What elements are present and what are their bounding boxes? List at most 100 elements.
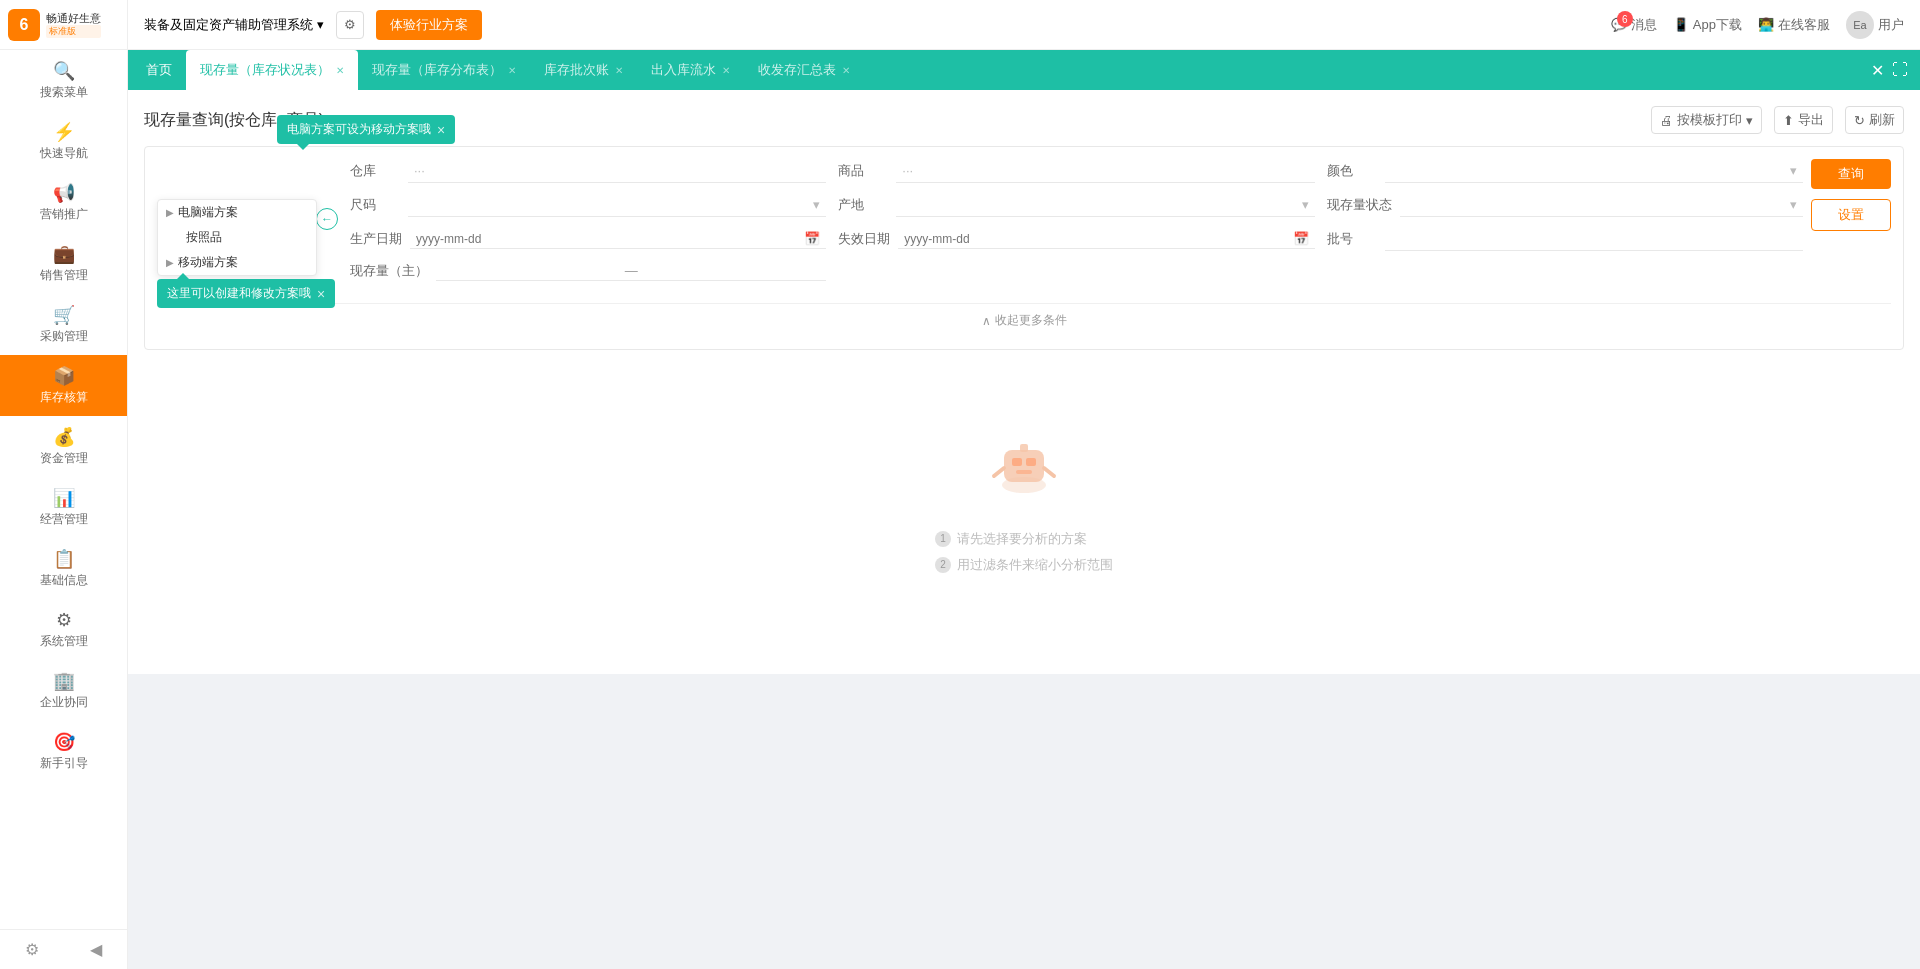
scheme-desktop-group[interactable]: ▶ 电脑端方案 (158, 200, 316, 225)
prod-date-field[interactable] (416, 232, 804, 246)
tab-close-all-icon[interactable]: ✕ (1871, 61, 1884, 80)
stock-main-dash: — (625, 263, 638, 278)
prod-date-input[interactable]: 📅 (410, 229, 826, 249)
refresh-button[interactable]: ↻ 刷新 (1845, 106, 1904, 134)
export-button[interactable]: ⬆ 导出 (1774, 106, 1833, 134)
user-action[interactable]: Ea 用户 (1846, 11, 1904, 39)
tab-batch-account-close[interactable]: ✕ (615, 65, 623, 76)
tab-inventory-dist[interactable]: 现存量（库存分布表） ✕ (358, 50, 530, 90)
color-select[interactable]: ▾ (1385, 159, 1803, 183)
filter-field-prod-date: 生产日期 📅 (350, 227, 826, 251)
filter-field-size: 尺码 ▾ (350, 193, 826, 217)
filter-fields-main: 仓库 ··· 商品 ··· (350, 159, 1803, 291)
user-label: 用户 (1878, 16, 1904, 34)
filter-row-1: 仓库 ··· 商品 ··· (350, 159, 1803, 183)
sidebar-collapse-icon[interactable]: ◀ (90, 940, 102, 959)
tooltip1-text: 电脑方案可设为移动方案哦 (287, 121, 431, 138)
collapse-bar[interactable]: ∧ 收起更多条件 (157, 303, 1891, 337)
tooltip1-close[interactable]: × (437, 122, 445, 138)
tooltip2-close[interactable]: × (317, 286, 325, 302)
app-download-action[interactable]: 📱 App下载 (1673, 16, 1742, 34)
export-label: 导出 (1798, 111, 1824, 129)
tab-receive-summary-close[interactable]: ✕ (842, 65, 850, 76)
expire-date-input[interactable]: 📅 (898, 229, 1314, 249)
stock-main-max[interactable] (642, 264, 821, 278)
tab-batch-account[interactable]: 库存批次账 ✕ (530, 50, 637, 90)
inventory-icon: 📦 (53, 365, 75, 387)
tab-fullscreen-icon[interactable]: ⛶ (1892, 61, 1908, 79)
sidebar-item-enterprise[interactable]: 🏢 企业协同 (0, 660, 127, 721)
tab-inventory-status[interactable]: 现存量（库存状况表） ✕ (186, 50, 358, 90)
tab-inventory-status-close[interactable]: ✕ (336, 65, 344, 76)
notification-label: 消息 (1631, 16, 1657, 34)
filter-field-warehouse: 仓库 ··· (350, 159, 826, 183)
base-info-icon: 📋 (53, 548, 75, 570)
system-name-dropdown[interactable]: 装备及固定资产辅助管理系统 ▾ (144, 16, 324, 34)
filter-field-origin: 产地 ▾ (838, 193, 1314, 217)
scheme-mobile-group[interactable]: ▶ 移动端方案 (158, 250, 316, 275)
sidebar-item-inventory[interactable]: 📦 库存核算 (0, 355, 127, 416)
print-dropdown-icon: ▾ (1746, 113, 1753, 128)
product-dots: ··· (902, 163, 913, 178)
filter-field-stock-status: 现存量状态 ▾ (1327, 193, 1803, 217)
origin-label: 产地 (838, 196, 888, 214)
sidebar-item-search-menu[interactable]: 🔍 搜索菜单 (0, 50, 127, 111)
stock-status-select[interactable]: ▾ (1400, 193, 1803, 217)
filter-arrow-button[interactable]: ← (316, 208, 338, 230)
sidebar-bottom: ⚙ ◀ (0, 929, 127, 969)
empty-hint: 1 请先选择要分析的方案 2 用过滤条件来缩小分析范围 (935, 526, 1113, 578)
tab-in-out-flow-label: 出入库流水 (651, 61, 716, 79)
reset-button[interactable]: 设置 (1811, 199, 1891, 231)
hint-text-2: 用过滤条件来缩小分析范围 (957, 552, 1113, 578)
refresh-icon: ↻ (1854, 113, 1865, 128)
online-support-action[interactable]: 👨‍💻 在线客服 (1758, 16, 1830, 34)
tab-home[interactable]: 首页 (132, 50, 186, 90)
print-button[interactable]: 🖨 按模板打印 ▾ (1651, 106, 1762, 134)
sidebar-item-operations[interactable]: 📊 经营管理 (0, 477, 127, 538)
sidebar-item-purchase[interactable]: 🛒 采购管理 (0, 294, 127, 355)
sidebar-item-guide[interactable]: 🎯 新手引导 (0, 721, 127, 782)
sidebar-settings-icon[interactable]: ⚙ (25, 940, 39, 959)
tab-in-out-flow[interactable]: 出入库流水 ✕ (637, 50, 744, 90)
hint-text-1: 请先选择要分析的方案 (957, 526, 1087, 552)
sidebar-item-quick-nav[interactable]: ⚡ 快速导航 (0, 111, 127, 172)
quick-nav-icon: ⚡ (53, 121, 75, 143)
sidebar-item-finance[interactable]: 💰 资金管理 (0, 416, 127, 477)
batch-input[interactable] (1385, 227, 1803, 251)
sidebar: 6 畅通好生意 标准版 🔍 搜索菜单 ⚡ 快速导航 📢 营销推广 💼 销售管理 … (0, 0, 128, 969)
tab-in-out-flow-close[interactable]: ✕ (722, 65, 730, 76)
top-header: 装备及固定资产辅助管理系统 ▾ ⚙ 体验行业方案 💬 6 消息 📱 App下载 (128, 0, 1920, 50)
size-select[interactable]: ▾ (408, 193, 826, 217)
filter-field-stock-main: 现存量（主） — (350, 261, 826, 281)
sidebar-item-marketing[interactable]: 📢 营销推广 (0, 172, 127, 233)
online-support-icon: 👨‍💻 (1758, 17, 1774, 32)
search-button[interactable]: 查询 (1811, 159, 1891, 189)
filter-header: 按以下方案查询 + ✎ ← 电脑方案可设为移动方案哦 × ▶ (157, 159, 338, 279)
sidebar-item-system[interactable]: ⚙ 系统管理 (0, 599, 127, 660)
warehouse-label: 仓库 (350, 162, 400, 180)
expire-date-field[interactable] (904, 232, 1292, 246)
origin-select[interactable]: ▾ (896, 193, 1314, 217)
tab-receive-summary[interactable]: 收发存汇总表 ✕ (744, 50, 864, 90)
sidebar-item-base-info[interactable]: 📋 基础信息 (0, 538, 127, 599)
scheme-desktop-sub[interactable]: 按照品 (158, 225, 316, 250)
sidebar-item-sales[interactable]: 💼 销售管理 (0, 233, 127, 294)
hint-number-1: 1 (935, 531, 951, 547)
trial-button[interactable]: 体验行业方案 (376, 10, 482, 40)
svg-rect-1 (1004, 450, 1044, 482)
tab-inventory-dist-close[interactable]: ✕ (508, 65, 516, 76)
header-gear-button[interactable]: ⚙ (336, 11, 364, 39)
product-select[interactable]: ··· (896, 159, 1314, 183)
warehouse-dots: ··· (414, 163, 425, 178)
stock-status-label: 现存量状态 (1327, 196, 1392, 214)
stock-main-min[interactable] (442, 264, 621, 278)
color-dropdown-icon: ▾ (1790, 163, 1797, 178)
tooltip-scheme-mobile: 电脑方案可设为移动方案哦 × (277, 115, 455, 144)
collapse-label: 收起更多条件 (995, 312, 1067, 329)
tooltip2-text: 这里可以创建和修改方案哦 (167, 285, 311, 302)
expire-date-calendar-icon: 📅 (1293, 231, 1309, 246)
notification-action[interactable]: 💬 6 消息 (1611, 16, 1657, 34)
hint-item-1: 1 请先选择要分析的方案 (935, 526, 1113, 552)
logo-text: 畅通好生意 标准版 (46, 11, 101, 39)
warehouse-select[interactable]: ··· (408, 159, 826, 183)
